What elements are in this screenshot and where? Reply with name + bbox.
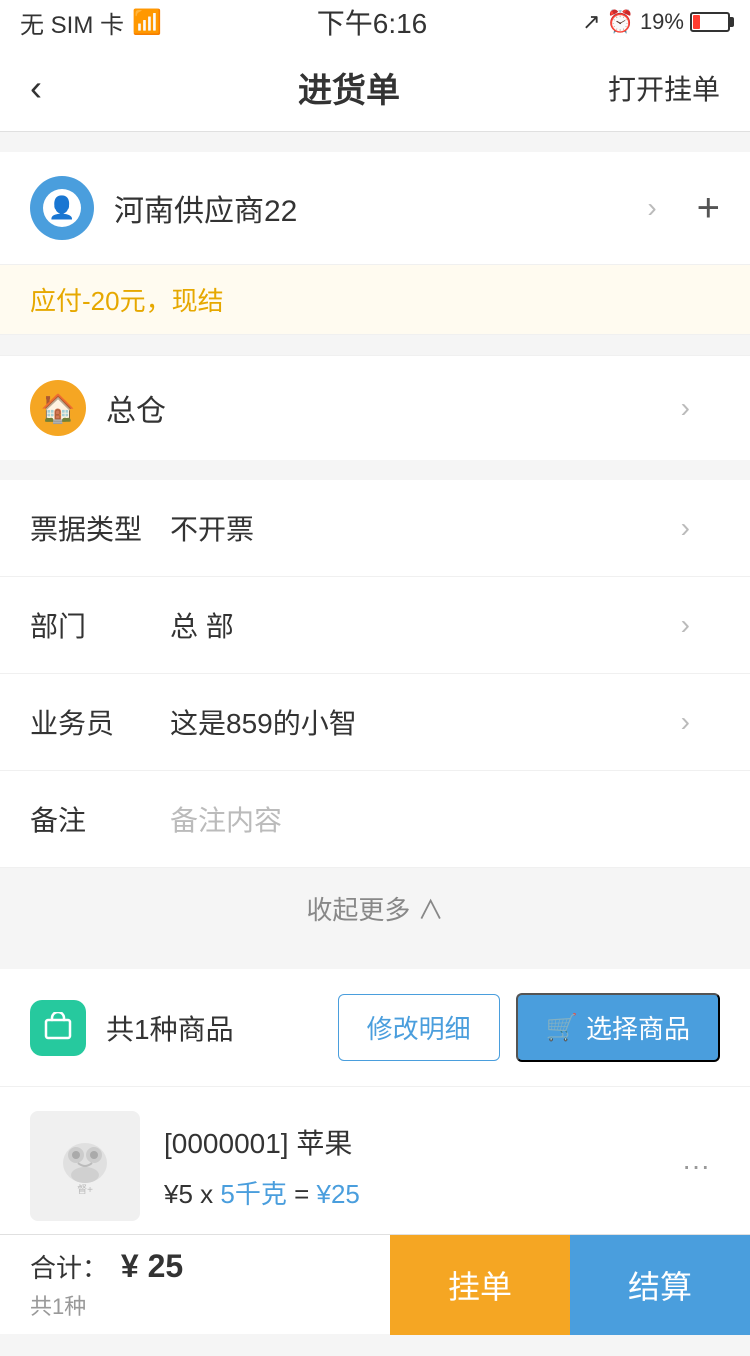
warehouse-icon: 🏠 — [30, 380, 86, 436]
nav-bar: ‹ 进货单 打开挂单 — [0, 44, 750, 132]
status-bar-right: ↗ ⏰ 19% — [582, 9, 730, 35]
product-item: 督+ [0000001] 苹果 ¥5 x 5千克 = ¥25 ··· — [0, 1087, 750, 1246]
add-supplier-button[interactable]: + — [697, 186, 720, 231]
alarm-icon: ⏰ — [607, 9, 634, 35]
invoice-type-value: 不开票 — [150, 508, 681, 548]
department-row[interactable]: 部门 总 部 › — [0, 577, 750, 674]
supplier-avatar-icon: 👤 — [43, 189, 81, 227]
invoice-type-label: 票据类型 — [30, 508, 150, 548]
total-value: ¥ 25 — [121, 1248, 183, 1284]
warehouse-section: 🏠 总仓 › — [0, 355, 750, 460]
checkout-label: 结算 — [628, 1262, 692, 1308]
modify-detail-button[interactable]: 修改明细 — [338, 994, 500, 1061]
payment-notice: 应付-20元，现结 — [0, 265, 750, 335]
total-amount: 合计： ¥ 25 — [30, 1248, 360, 1285]
status-bar-left: 无 SIM 卡 📶 — [20, 5, 162, 40]
supplier-avatar: 👤 — [30, 176, 94, 240]
total-label: 合计： — [30, 1253, 108, 1283]
checkout-button[interactable]: 结算 — [570, 1235, 750, 1335]
product-more-button[interactable]: ··· — [672, 1140, 720, 1192]
warehouse-row[interactable]: 🏠 总仓 › — [0, 355, 750, 460]
open-pending-button[interactable]: 打开挂单 — [608, 68, 720, 108]
location-icon: ↗ — [582, 9, 600, 35]
product-owl-icon: 督+ — [50, 1125, 120, 1207]
remark-placeholder[interactable]: 备注内容 — [150, 799, 720, 839]
warehouse-chevron-icon: › — [681, 392, 690, 424]
collapse-label: 收起更多 ∧ — [306, 890, 443, 927]
select-product-label: 选择商品 — [586, 1009, 690, 1046]
select-product-icon: 🛒 — [546, 1012, 578, 1043]
products-icon — [30, 1000, 86, 1056]
warehouse-name: 总仓 — [106, 386, 681, 430]
page-title: 进货单 — [298, 63, 400, 112]
time-label: 下午6:16 — [317, 2, 428, 42]
section-gap-4 — [0, 949, 750, 969]
wifi-icon: 📶 — [132, 8, 162, 37]
carrier-label: 无 SIM 卡 — [20, 5, 124, 40]
battery-icon — [690, 12, 730, 32]
supplier-section: 👤 河南供应商22 › + 应付-20元，现结 — [0, 152, 750, 335]
select-product-button[interactable]: 🛒 选择商品 — [516, 993, 720, 1062]
product-title: 苹果 — [296, 1128, 352, 1159]
battery-label: 19% — [640, 9, 684, 35]
product-multiply: x — [200, 1179, 220, 1209]
department-label: 部门 — [30, 605, 150, 645]
product-unit-price: ¥5 — [164, 1179, 193, 1209]
product-equals: = — [294, 1179, 316, 1209]
pending-button[interactable]: 挂单 — [390, 1235, 570, 1335]
section-gap-2 — [0, 335, 750, 355]
supplier-row[interactable]: 👤 河南供应商22 › + — [0, 152, 750, 265]
section-gap-3 — [0, 460, 750, 480]
remark-label: 备注 — [30, 799, 150, 839]
back-button[interactable]: ‹ — [30, 67, 90, 109]
invoice-chevron-icon: › — [681, 512, 690, 544]
salesperson-label: 业务员 — [30, 702, 150, 742]
product-thumbnail: 督+ — [30, 1111, 140, 1221]
section-gap-1 — [0, 132, 750, 152]
product-qty: 5千克 — [220, 1179, 286, 1209]
invoice-type-row[interactable]: 票据类型 不开票 › — [0, 480, 750, 577]
bottom-bar: 合计： ¥ 25 共1种 挂单 结算 — [0, 1234, 750, 1334]
product-name: [0000001] 苹果 — [164, 1122, 672, 1162]
total-section: 合计： ¥ 25 共1种 — [0, 1248, 390, 1321]
department-value: 总 部 — [150, 605, 681, 645]
salesperson-chevron-icon: › — [681, 706, 690, 738]
svg-text:督+: 督+ — [77, 1183, 93, 1195]
status-bar: 无 SIM 卡 📶 下午6:16 ↗ ⏰ 19% — [0, 0, 750, 44]
salesperson-row[interactable]: 业务员 这是859的小智 › — [0, 674, 750, 771]
pending-label: 挂单 — [448, 1262, 512, 1308]
product-total: ¥25 — [317, 1179, 360, 1209]
salesperson-value: 这是859的小智 — [150, 702, 681, 742]
product-code: [0000001] — [164, 1128, 289, 1159]
product-price: ¥5 x 5千克 = ¥25 — [164, 1174, 672, 1211]
form-section: 票据类型 不开票 › 部门 总 部 › 业务员 这是859的小智 › 备注 备注… — [0, 480, 750, 868]
total-count: 共1种 — [30, 1289, 360, 1321]
products-count: 共1种商品 — [106, 1008, 338, 1048]
product-info: [0000001] 苹果 ¥5 x 5千克 = ¥25 — [164, 1122, 672, 1211]
products-header: 共1种商品 修改明细 🛒 选择商品 — [0, 969, 750, 1087]
supplier-chevron-icon: › — [647, 192, 656, 224]
collapse-button[interactable]: 收起更多 ∧ — [0, 868, 750, 949]
remark-row[interactable]: 备注 备注内容 — [0, 771, 750, 868]
supplier-name: 河南供应商22 — [114, 186, 647, 230]
department-chevron-icon: › — [681, 609, 690, 641]
